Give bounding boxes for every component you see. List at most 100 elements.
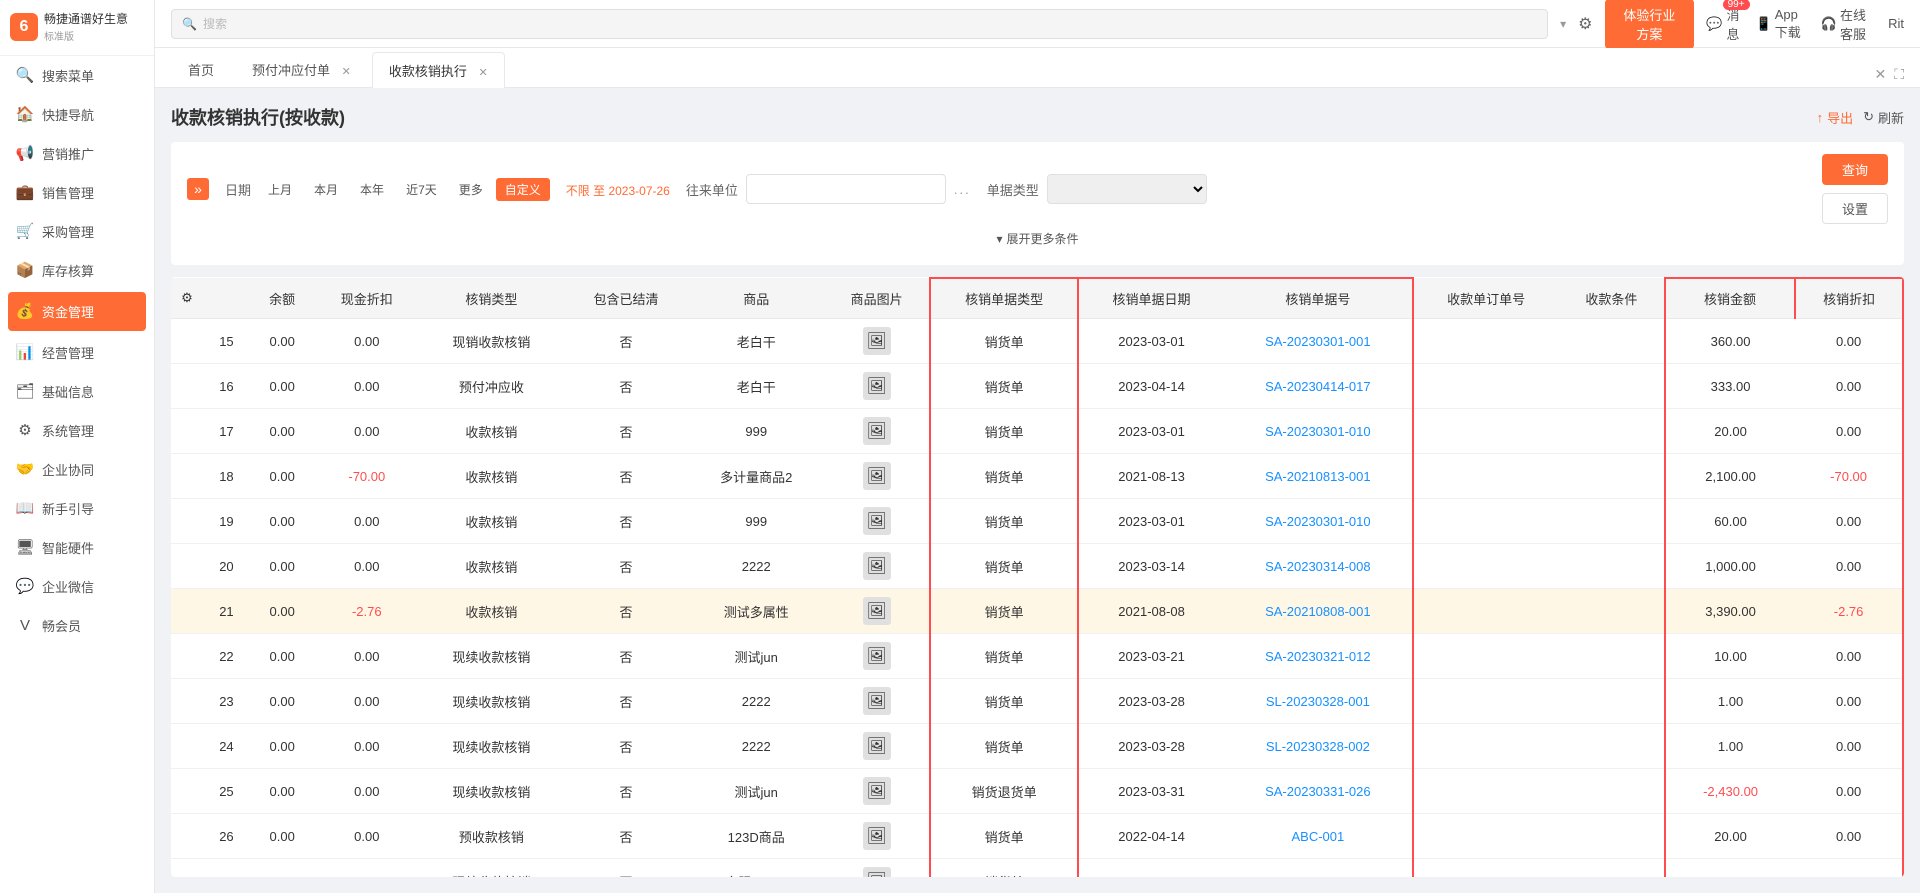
export-icon: ↑ [1817, 110, 1824, 125]
cell-bill-no[interactable]: SA-20230331-026 [1224, 769, 1412, 814]
bill-type-label: 单据类型 [987, 180, 1039, 199]
refresh-label: 刷新 [1878, 108, 1904, 127]
partner-input[interactable] [746, 174, 946, 204]
refresh-button[interactable]: ↻ 刷新 [1863, 108, 1904, 127]
topbar-gear-icon[interactable]: ⚙ [1578, 14, 1592, 34]
table-header-row: ⚙ 余额 现金折扣 核销类型 包含已结清 商品 商品图片 核销单据类型 核销单据… [171, 278, 1903, 319]
cell-balance: 0.00 [250, 769, 315, 814]
sidebar-item-member[interactable]: V畅会员 [0, 606, 154, 645]
tab-expand-button[interactable]: ⛶ [1894, 66, 1904, 83]
export-label: 导出 [1827, 108, 1853, 127]
cell-bill-no[interactable]: SL-20230328-002 [1224, 724, 1412, 769]
online-service-button[interactable]: 🎧 在线客服 [1821, 5, 1872, 43]
cell-verify-amount: 1.00 [1665, 724, 1795, 769]
date-btn-more[interactable]: 更多 [450, 178, 492, 201]
finance-icon: 💰 [16, 302, 34, 320]
settings-button[interactable]: 设置 [1822, 193, 1888, 224]
cell-bill-no[interactable]: SA-20230301-001 [1224, 319, 1412, 364]
cell-bill-no[interactable]: SA-20230301-010 [1224, 499, 1412, 544]
sidebar-item-quicknav[interactable]: 🏠快捷导航 [0, 95, 154, 134]
member-icon: V [16, 616, 34, 634]
date-btn-this-month[interactable]: 本月 [305, 178, 347, 201]
tab-prepay-close[interactable]: ✕ [342, 66, 351, 78]
cell-settings [171, 769, 203, 814]
expand-more-conditions[interactable]: ▾ 展开更多条件 [187, 230, 1888, 247]
cell-settings [171, 679, 203, 724]
cell-product-img: 🖼 [824, 814, 930, 859]
date-label: 日期 [225, 180, 251, 199]
cell-receipt-cond [1559, 769, 1665, 814]
cell-verify-type: 收款核销 [419, 499, 564, 544]
tab-receipt[interactable]: 收款核销执行 ✕ [372, 52, 505, 88]
table-row: 24 0.00 0.00 现续收款核销 否 2222 🖼 销货单 2023-03… [171, 724, 1903, 769]
message-button[interactable]: 💬 消息 99+ [1706, 5, 1739, 43]
sidebar-item-search[interactable]: 🔍搜索菜单 [0, 56, 154, 95]
sidebar-item-wechat[interactable]: 💬企业微信 [0, 567, 154, 606]
refresh-icon: ↻ [1863, 109, 1874, 125]
dots-icon: ... [954, 182, 971, 197]
cell-product: 2222 [688, 544, 824, 589]
tab-receipt-close[interactable]: ✕ [479, 67, 488, 79]
query-button[interactable]: 查询 [1822, 154, 1888, 185]
date-btn-7days[interactable]: 近7天 [397, 178, 446, 201]
sidebar-item-marketing[interactable]: 📢营销推广 [0, 134, 154, 173]
sidebar-item-operations[interactable]: 📊经营管理 [0, 333, 154, 372]
filter-expand-button[interactable]: » [187, 178, 209, 200]
export-button[interactable]: ↑ 导出 [1817, 108, 1854, 127]
phone-icon: 📱 [1756, 16, 1772, 32]
col-balance: 余额 [250, 278, 315, 319]
col-verify-discount: 核销折扣 [1795, 278, 1903, 319]
cell-bill-no[interactable]: SA-20210813-001 [1224, 454, 1412, 499]
cell-bill-type: 销货单 [930, 409, 1078, 454]
cell-include-settled: 否 [564, 769, 689, 814]
cell-bill-no[interactable]: SL-20230408-001 [1224, 859, 1412, 878]
cell-receipt-order-no [1413, 454, 1559, 499]
cell-seq: 26 [203, 814, 250, 859]
sidebar-item-system[interactable]: ⚙系统管理 [0, 411, 154, 450]
solution-button[interactable]: 体验行业方案 [1605, 0, 1695, 49]
app-download-button[interactable]: 📱 App下载 [1756, 7, 1805, 41]
cell-settings [171, 364, 203, 409]
message-icon: 💬 [1706, 16, 1722, 32]
cell-bill-no[interactable]: SA-20210808-001 [1224, 589, 1412, 634]
cell-bill-no[interactable]: SA-20230414-017 [1224, 364, 1412, 409]
cell-verify-type: 现续收款核销 [419, 724, 564, 769]
message-badge: 99+ [1723, 0, 1750, 10]
cell-cash-discount: 0.00 [314, 319, 419, 364]
sidebar-label-purchase: 采购管理 [42, 222, 94, 241]
cell-bill-no[interactable]: SA-20230301-010 [1224, 409, 1412, 454]
app-logo: 6 畅捷通谱好生意 标准版 [0, 0, 154, 56]
cell-bill-no[interactable]: SL-20230328-001 [1224, 679, 1412, 724]
date-btn-this-year[interactable]: 本年 [351, 178, 393, 201]
sidebar-label-marketing: 营销推广 [42, 144, 94, 163]
sidebar-item-sales[interactable]: 💼销售管理 [0, 173, 154, 212]
sidebar-item-guide[interactable]: 📖新手引导 [0, 489, 154, 528]
tab-home[interactable]: 首页 [171, 51, 231, 87]
cell-receipt-cond [1559, 634, 1665, 679]
sidebar-item-base[interactable]: 🗂基础信息 [0, 372, 154, 411]
tab-prepay[interactable]: 预付冲应付单 ✕ [235, 51, 368, 87]
cell-seq: 18 [203, 454, 250, 499]
cell-bill-no[interactable]: SA-20230321-012 [1224, 634, 1412, 679]
cell-verify-type: 预收款核销 [419, 814, 564, 859]
date-btn-custom[interactable]: 自定义 [496, 178, 550, 201]
col-settings[interactable]: ⚙ [171, 278, 203, 319]
filter-billtype-item: 单据类型 销货单 销货退货单 [987, 174, 1207, 204]
tab-close-all-button[interactable]: ✕ [1874, 66, 1886, 83]
sidebar-item-finance[interactable]: 💰资金管理 [8, 292, 146, 331]
cell-bill-no[interactable]: SA-20230314-008 [1224, 544, 1412, 589]
table-row: 23 0.00 0.00 现续收款核销 否 2222 🖼 销货单 2023-03… [171, 679, 1903, 724]
sidebar-item-enterprise[interactable]: 🤝企业协同 [0, 450, 154, 489]
cell-bill-type: 销货单 [930, 679, 1078, 724]
cell-bill-no[interactable]: ABC-001 [1224, 814, 1412, 859]
sidebar-item-inventory[interactable]: 📦库存核算 [0, 251, 154, 290]
bill-type-select[interactable]: 销货单 销货退货单 [1047, 174, 1207, 204]
cell-receipt-order-no [1413, 589, 1559, 634]
cell-bill-date: 2023-03-14 [1078, 544, 1224, 589]
date-btn-last-month[interactable]: 上月 [259, 178, 301, 201]
sidebar-item-purchase[interactable]: 🛒采购管理 [0, 212, 154, 251]
cell-bill-type: 销货单 [930, 319, 1078, 364]
cell-include-settled: 否 [564, 544, 689, 589]
cell-settings [171, 634, 203, 679]
sidebar-item-hardware[interactable]: 🖥智能硬件 [0, 528, 154, 567]
